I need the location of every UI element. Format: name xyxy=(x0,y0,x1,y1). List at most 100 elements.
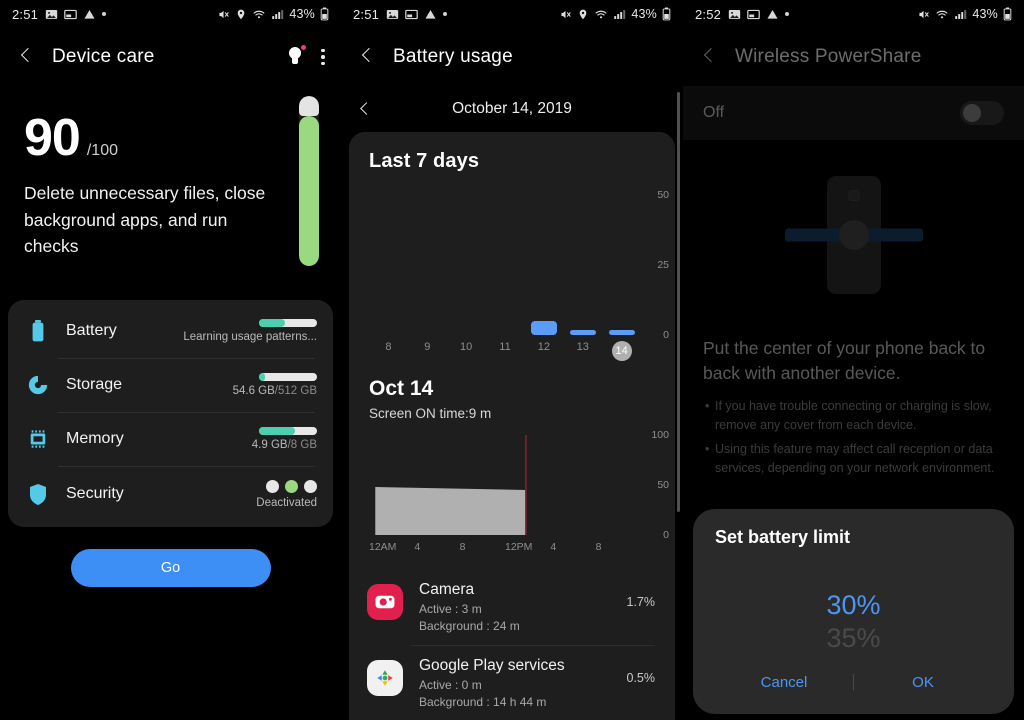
wifi-icon xyxy=(935,8,949,21)
status-time: 2:52 xyxy=(695,6,722,22)
battery-icon xyxy=(320,7,329,21)
signal-icon xyxy=(954,8,967,21)
xtick: 13 xyxy=(576,341,589,353)
powershare-dimmed-content: Wireless PowerShare Off Put the center o… xyxy=(683,28,1024,478)
page-title: Battery usage xyxy=(393,46,513,67)
bar-col[interactable] xyxy=(524,195,563,335)
battery-limit-picker[interactable]: 30% 35% xyxy=(715,548,992,660)
care-item-label: Battery xyxy=(66,321,117,339)
battery-meter xyxy=(259,318,317,327)
care-item-battery[interactable]: Battery Learning usage patterns... xyxy=(8,304,333,358)
care-item-status: Learning usage patterns... xyxy=(183,318,317,343)
powershare-illustration xyxy=(683,140,1024,330)
camera-app-icon xyxy=(367,584,403,620)
vertical-scrollbar[interactable] xyxy=(677,92,680,512)
xtick: 12PM xyxy=(504,541,533,553)
dot-icon xyxy=(785,12,790,16)
picker-next-value[interactable]: 35% xyxy=(826,622,880,656)
storage-meter xyxy=(259,372,317,381)
care-item-memory[interactable]: Memory 4.9 GB/8 GB xyxy=(8,411,333,466)
battery-chart-card: Last 7 days 50 25 0 8 9 10 11 12 13 14 O… xyxy=(349,132,675,720)
set-battery-limit-dialog: Set battery limit 30% 35% Cancel OK xyxy=(693,509,1014,714)
drive-icon xyxy=(424,8,437,21)
chart-last-7-days: 50 25 0 xyxy=(369,189,669,341)
score-gauge-fill xyxy=(299,116,319,266)
care-item-label: Memory xyxy=(66,429,124,447)
location-icon xyxy=(235,8,247,21)
status-time: 2:51 xyxy=(12,6,39,22)
chart-x-labels: 8 9 10 11 12 13 14 xyxy=(369,341,641,361)
powershare-headline: Put the center of your phone back to bac… xyxy=(703,338,986,384)
care-item-sub: 4.9 GB/8 GB xyxy=(251,438,317,451)
care-item-sub: Deactivated xyxy=(256,496,317,509)
back-icon[interactable] xyxy=(16,46,38,68)
bar-col[interactable] xyxy=(408,195,447,335)
powershare-toggle-row[interactable]: Off xyxy=(683,86,1024,140)
status-bar: 2:52 43% xyxy=(683,0,1024,28)
status-left-icons xyxy=(45,8,107,21)
battery-icon xyxy=(1003,7,1012,21)
action-bar-powershare: Wireless PowerShare xyxy=(683,28,1024,86)
screen-device-care: 2:51 43% Device care 90 /100 Delete unne… xyxy=(0,0,341,720)
score-line: 90 /100 xyxy=(24,112,319,164)
bar-col[interactable] xyxy=(369,195,408,335)
xtick-selected[interactable]: 14 xyxy=(602,341,641,361)
app-info: Google Play services Active : 0 m Backgr… xyxy=(419,657,565,709)
app-row-google-play-services[interactable]: Google Play services Active : 0 m Backgr… xyxy=(349,645,675,720)
xtick: 8 xyxy=(459,541,466,553)
powershare-notes: If you have trouble connecting or chargi… xyxy=(683,387,1024,478)
care-item-security[interactable]: Security Deactivated xyxy=(8,465,333,523)
status-right-icons: 43% xyxy=(217,7,329,21)
care-item-label: Storage xyxy=(66,375,123,393)
storage-icon xyxy=(26,372,50,398)
app-active-time: Active : 3 m xyxy=(419,602,482,616)
location-icon xyxy=(577,8,589,21)
dialog-actions: Cancel OK xyxy=(715,660,992,704)
bar-col[interactable] xyxy=(486,195,525,335)
back-icon[interactable] xyxy=(699,46,721,68)
status-bar: 2:51 43% xyxy=(341,0,683,28)
bar-col[interactable] xyxy=(447,195,486,335)
bar-col[interactable] xyxy=(563,195,602,335)
cancel-button[interactable]: Cancel xyxy=(715,674,853,691)
care-item-status: 54.6 GB/512 GB xyxy=(197,372,317,397)
day-title: Oct 14 xyxy=(369,377,434,400)
action-bar-device-care: Device care xyxy=(0,28,341,86)
app-name: Camera xyxy=(419,581,475,598)
wifi-icon xyxy=(252,8,266,21)
signal-icon xyxy=(613,8,626,21)
app-active-time: Active : 0 m xyxy=(419,678,482,692)
care-item-storage[interactable]: Storage 54.6 GB/512 GB xyxy=(8,357,333,412)
picker-selected-value[interactable]: 30% xyxy=(826,589,880,623)
mute-icon xyxy=(559,8,572,21)
xtick: 11 xyxy=(499,341,511,353)
app-row-camera[interactable]: Camera Active : 3 m Background : 24 m 1.… xyxy=(349,569,675,645)
gallery-icon xyxy=(747,8,760,21)
ytick-50: 50 xyxy=(657,189,669,201)
ytick-0: 0 xyxy=(663,529,669,541)
bar-col[interactable] xyxy=(602,195,641,335)
more-options-icon[interactable] xyxy=(321,48,325,66)
dot-icon xyxy=(102,12,107,16)
go-button[interactable]: Go xyxy=(70,548,271,587)
tips-bulb-icon[interactable] xyxy=(285,45,306,68)
chart-title-last-7-days: Last 7 days xyxy=(369,150,480,172)
xtick: 4 xyxy=(550,541,557,553)
status-battery-percent: 43% xyxy=(289,7,315,21)
score-gauge xyxy=(299,96,319,266)
toggle-state-label: Off xyxy=(703,104,725,121)
ok-button[interactable]: OK xyxy=(854,674,992,691)
phone-camera-icon xyxy=(848,190,859,201)
day-detail-header: Oct 14 Screen ON time:9 m xyxy=(349,361,675,421)
page-title: Wireless PowerShare xyxy=(735,46,922,67)
image-icon xyxy=(728,8,741,21)
score-denominator: /100 xyxy=(86,142,118,159)
app-background-time: Background : 14 h 44 m xyxy=(419,695,547,709)
app-usage-percent: 0.5% xyxy=(626,671,656,685)
back-icon[interactable] xyxy=(357,46,379,68)
drive-icon xyxy=(766,8,779,21)
score-description: Delete unnecessary files, close backgrou… xyxy=(24,183,266,257)
previous-day-icon[interactable] xyxy=(355,99,375,119)
powershare-switch[interactable] xyxy=(960,101,1004,125)
ytick-0: 0 xyxy=(663,329,669,341)
